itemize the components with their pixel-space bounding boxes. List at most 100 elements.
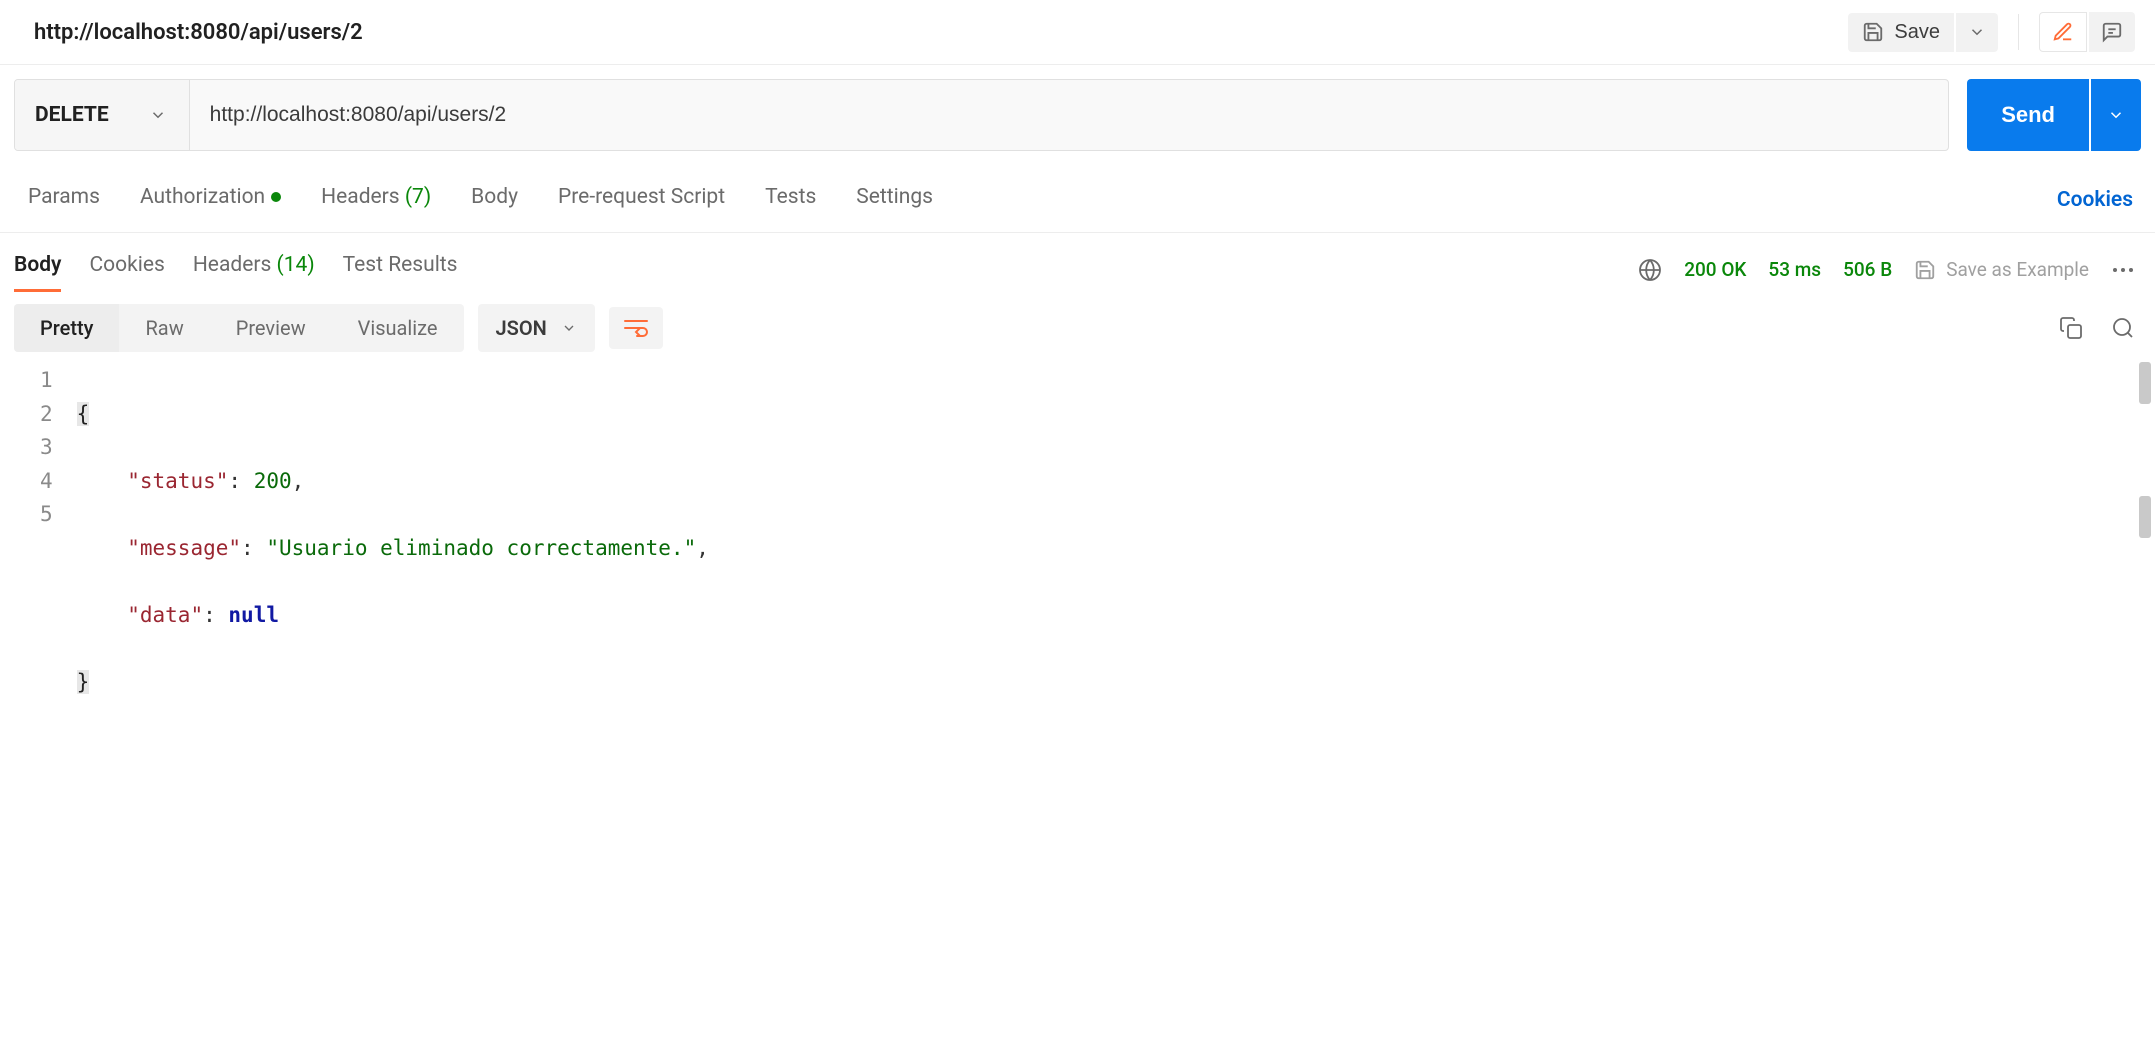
wrap-lines-button[interactable] — [609, 307, 663, 349]
tab-settings[interactable]: Settings — [856, 173, 933, 227]
tab-settings-label: Settings — [856, 185, 933, 209]
indent — [77, 536, 128, 560]
view-visualize[interactable]: Visualize — [332, 304, 464, 352]
brace-open: { — [77, 402, 90, 426]
response-tab-headers-label: Headers — [193, 253, 271, 277]
tab-authorization-label: Authorization — [140, 185, 265, 209]
request-tabs-row: Params Authorization Headers (7) Body Pr… — [0, 161, 2155, 233]
url-input[interactable] — [190, 80, 1949, 150]
view-preview-label: Preview — [236, 316, 306, 340]
save-as-example-button[interactable]: Save as Example — [1914, 258, 2089, 281]
colon: : — [241, 536, 254, 560]
save-dropdown-button[interactable] — [1956, 13, 1998, 52]
response-tab-cookies-label: Cookies — [89, 253, 164, 277]
tab-tests[interactable]: Tests — [765, 173, 816, 227]
json-key-status: "status" — [127, 469, 228, 493]
search-button[interactable] — [2111, 316, 2135, 340]
body-type-select[interactable]: JSON — [478, 304, 595, 352]
cookies-link-label: Cookies — [2057, 188, 2133, 212]
tab-tests-label: Tests — [765, 185, 816, 209]
send-dropdown-button[interactable] — [2091, 79, 2141, 151]
view-preview[interactable]: Preview — [210, 304, 332, 352]
edit-button[interactable] — [2039, 12, 2087, 52]
brace-close: } — [77, 670, 90, 694]
save-button[interactable]: Save — [1848, 13, 1954, 52]
tab-prerequest[interactable]: Pre-request Script — [558, 173, 725, 227]
chevron-down-icon — [149, 106, 167, 124]
line-number: 3 — [40, 431, 53, 465]
chevron-down-icon — [2107, 106, 2125, 124]
json-key-data: "data" — [127, 603, 203, 627]
response-tab-headers[interactable]: Headers (14) — [193, 247, 315, 289]
method-url-bar: DELETE — [14, 79, 1949, 151]
copy-button[interactable] — [2059, 316, 2083, 340]
view-raw[interactable]: Raw — [119, 304, 209, 352]
colon: : — [228, 469, 241, 493]
more-icon[interactable] — [2111, 266, 2135, 274]
body-toolbar: Pretty Raw Preview Visualize JSON — [0, 292, 2155, 360]
indent — [77, 603, 128, 627]
code-content[interactable]: { "status": 200, "message": "Usuario eli… — [77, 360, 709, 771]
comma: , — [696, 536, 709, 560]
line-number: 5 — [40, 498, 53, 532]
tab-headers-label: Headers — [321, 185, 399, 209]
view-pretty-label: Pretty — [40, 316, 93, 340]
response-tab-headers-count: (14) — [277, 253, 315, 277]
response-tabs-row: Body Cookies Headers (14) Test Results 2… — [0, 233, 2155, 292]
wrap-icon — [623, 317, 649, 339]
indent — [77, 469, 128, 493]
save-label: Save — [1894, 21, 1940, 44]
response-tab-body-label: Body — [14, 253, 61, 277]
globe-icon[interactable] — [1638, 258, 1662, 282]
tab-body[interactable]: Body — [471, 173, 518, 227]
send-label: Send — [2001, 102, 2055, 128]
view-raw-label: Raw — [145, 316, 183, 340]
comment-icon — [2101, 21, 2123, 43]
tab-params-label: Params — [28, 185, 100, 209]
response-time: 53 ms — [1768, 258, 1821, 281]
response-tab-testresults-label: Test Results — [343, 253, 458, 277]
tab-authorization[interactable]: Authorization — [140, 173, 281, 227]
authorization-indicator-icon — [271, 192, 281, 202]
tab-headers-count: (7) — [405, 185, 431, 209]
request-tab-title: http://localhost:8080/api/users/2 — [34, 20, 363, 45]
json-key-message: "message" — [127, 536, 241, 560]
scrollbar-thumb[interactable] — [2139, 362, 2151, 404]
colon: : — [203, 603, 216, 627]
request-row: DELETE Send — [0, 65, 2155, 161]
json-value-status: 200 — [254, 469, 292, 493]
response-tab-cookies[interactable]: Cookies — [89, 247, 164, 289]
response-status: 200 OK — [1684, 258, 1746, 281]
scrollbar-thumb[interactable] — [2139, 496, 2151, 538]
body-type-value: JSON — [496, 316, 547, 340]
response-tab-testresults[interactable]: Test Results — [343, 247, 458, 289]
tab-headers[interactable]: Headers (7) — [321, 173, 431, 227]
tab-body-label: Body — [471, 185, 518, 209]
header-actions: Save — [1848, 12, 2135, 52]
tab-params[interactable]: Params — [28, 173, 100, 227]
line-gutter: 1 2 3 4 5 — [0, 360, 77, 771]
response-tab-body[interactable]: Body — [14, 247, 61, 292]
response-size: 506 B — [1843, 258, 1892, 281]
comma: , — [292, 469, 305, 493]
chevron-down-icon — [1968, 23, 1986, 41]
view-visualize-label: Visualize — [358, 316, 438, 340]
chevron-down-icon — [561, 320, 577, 336]
json-value-message: "Usuario eliminado correctamente." — [266, 536, 696, 560]
comments-button[interactable] — [2089, 12, 2135, 52]
tab-prerequest-label: Pre-request Script — [558, 185, 725, 209]
view-pretty[interactable]: Pretty — [14, 304, 119, 352]
save-icon — [1862, 21, 1884, 43]
pencil-icon — [2052, 21, 2074, 43]
line-number: 1 — [40, 364, 53, 398]
method-select[interactable]: DELETE — [15, 80, 190, 150]
view-mode-segment: Pretty Raw Preview Visualize — [14, 304, 464, 352]
method-value: DELETE — [35, 103, 109, 127]
save-as-example-label: Save as Example — [1946, 258, 2089, 281]
send-button[interactable]: Send — [1967, 79, 2089, 151]
divider — [2018, 14, 2019, 50]
tab-header: http://localhost:8080/api/users/2 Save — [0, 0, 2155, 65]
json-value-data: null — [228, 603, 279, 627]
cookies-link[interactable]: Cookies — [2057, 188, 2133, 212]
response-body-code: 1 2 3 4 5 { "status": 200, "message": "U… — [0, 360, 2155, 811]
